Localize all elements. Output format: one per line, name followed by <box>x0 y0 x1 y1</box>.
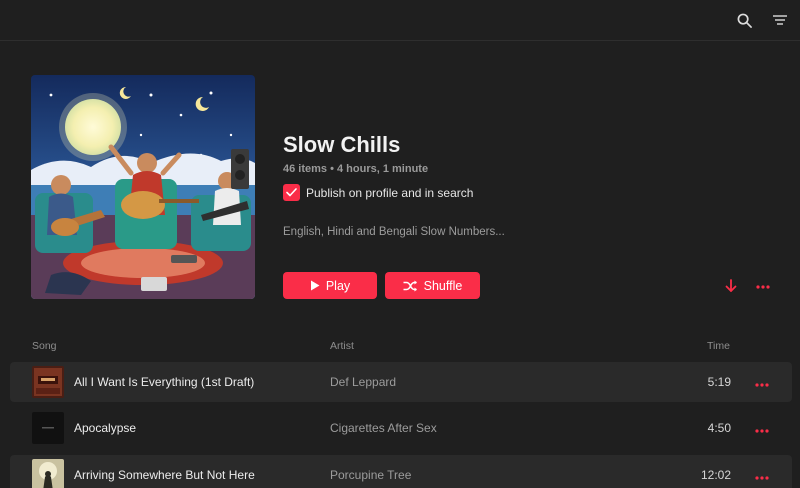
track-more-button[interactable] <box>753 470 771 480</box>
playlist-description[interactable]: English, Hindi and Bengali Slow Numbers.… <box>283 226 505 238</box>
track-artist[interactable]: Porcupine Tree <box>330 468 411 482</box>
track-title: Apocalypse <box>74 421 137 435</box>
play-button[interactable]: Play <box>283 272 377 299</box>
publish-checkbox[interactable] <box>283 184 300 201</box>
publish-toggle[interactable]: Publish on profile and in search <box>283 184 473 201</box>
menu-lines-icon <box>773 15 787 25</box>
track-row[interactable]: Apocalypse Cigarettes After Sex 4:50 <box>10 408 792 448</box>
playlist-title: Slow Chills <box>283 132 401 157</box>
playlist-artwork <box>31 75 255 299</box>
track-artist[interactable]: Def Leppard <box>330 375 396 389</box>
track-more-button[interactable] <box>753 423 771 433</box>
track-duration: 4:50 <box>707 421 731 435</box>
shuffle-button[interactable]: Shuffle <box>385 272 480 299</box>
more-dots-icon <box>755 429 769 433</box>
track-artist[interactable]: Cigarettes After Sex <box>330 421 437 435</box>
download-arrow-icon <box>725 279 737 292</box>
playlist-meta: 46 items • 4 hours, 1 minute <box>283 163 429 175</box>
track-title: All I Want Is Everything (1st Draft) <box>74 375 255 389</box>
track-row[interactable]: All I Want Is Everything (1st Draft) Def… <box>10 362 792 402</box>
play-icon <box>310 280 320 291</box>
publish-label: Publish on profile and in search <box>306 185 474 200</box>
playlist-more-button[interactable] <box>754 280 772 292</box>
more-dots-icon <box>755 476 769 480</box>
more-dots-icon <box>755 383 769 387</box>
shuffle-icon <box>403 280 417 291</box>
track-artwork <box>32 459 64 488</box>
shuffle-button-label: Shuffle <box>423 278 463 293</box>
top-bar <box>0 0 800 41</box>
search-icon <box>737 13 752 28</box>
menu-button[interactable] <box>770 10 790 30</box>
track-title: Arriving Somewhere But Not Here <box>74 468 255 482</box>
column-header-time[interactable]: Time <box>707 340 730 352</box>
column-header-song[interactable]: Song <box>32 340 57 352</box>
track-duration: 12:02 <box>700 468 731 482</box>
track-artwork <box>32 366 64 398</box>
track-duration: 5:19 <box>707 375 731 389</box>
search-button[interactable] <box>734 10 754 30</box>
column-header-artist[interactable]: Artist <box>330 340 354 352</box>
download-button[interactable] <box>724 279 738 293</box>
play-button-label: Play <box>325 278 351 293</box>
more-dots-icon <box>756 285 770 289</box>
track-row[interactable]: Arriving Somewhere But Not Here Porcupin… <box>10 455 792 488</box>
track-artwork <box>32 412 64 444</box>
checkmark-icon <box>286 188 297 197</box>
track-more-button[interactable] <box>753 377 771 387</box>
